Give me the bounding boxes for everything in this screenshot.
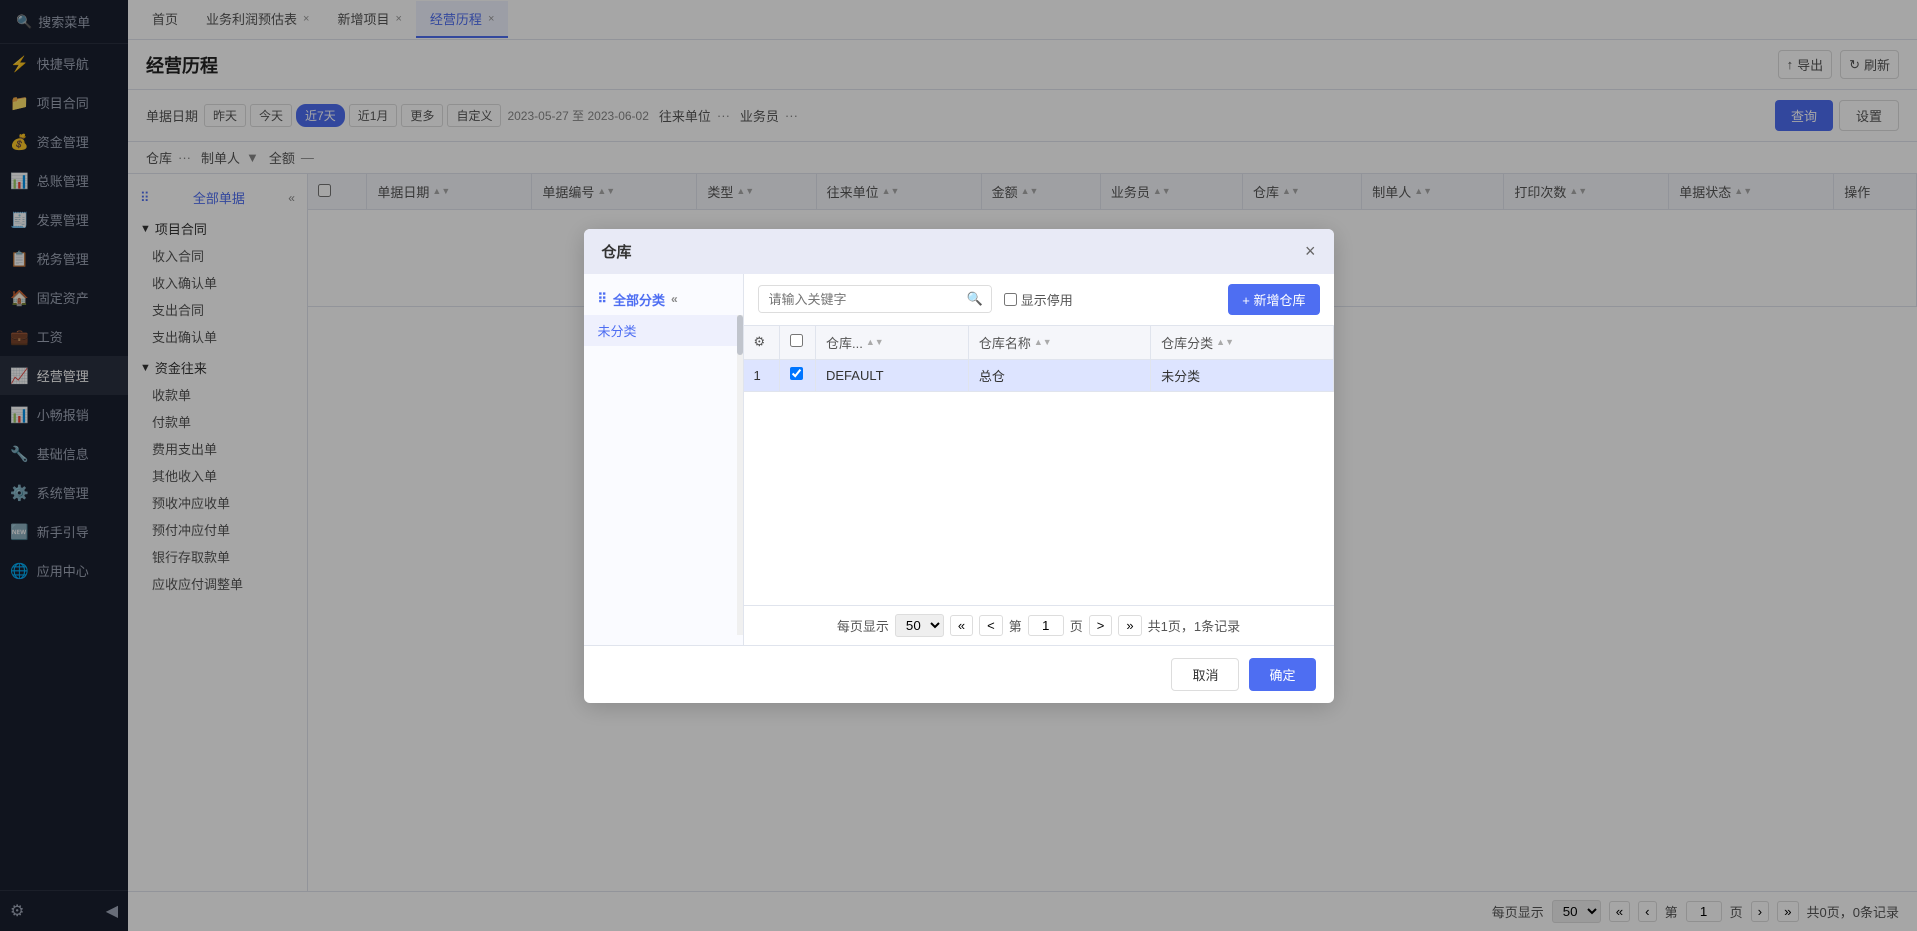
modal-sort-name-icon[interactable]: ▲▼ — [1034, 338, 1052, 347]
modal-close-button[interactable]: × — [1305, 241, 1316, 262]
modal-all-label: 全部分类 — [613, 290, 665, 309]
modal-overlay[interactable]: 仓库 × ⠿ 全部分类 « 未分类 — [0, 0, 1917, 931]
show-disabled-checkbox[interactable] — [1004, 293, 1017, 306]
modal-per-page-select[interactable]: 50 — [895, 614, 944, 637]
modal-collapse-icon[interactable]: « — [671, 292, 678, 306]
modal-page-label: 页 — [1070, 616, 1083, 635]
row-code: DEFAULT — [816, 359, 969, 391]
modal-sort-category-icon[interactable]: ▲▼ — [1216, 338, 1234, 347]
modal-table-container: ⚙ 仓库... ▲▼ 仓库名称 — [744, 326, 1334, 605]
modal-prev-btn[interactable]: < — [979, 615, 1003, 636]
modal-per-page-label: 每页显示 — [837, 616, 889, 635]
modal-grid-icon: ⠿ — [598, 291, 608, 307]
modal-pagination: 每页显示 50 « < 第 页 > » 共1页，1条记录 — [744, 605, 1334, 645]
add-warehouse-button[interactable]: + 新增仓库 — [1228, 284, 1319, 315]
modal-th-name: 仓库名称 ▲▼ — [968, 326, 1150, 360]
modal-select-all[interactable] — [790, 334, 803, 347]
modal-title: 仓库 — [602, 241, 632, 262]
modal-footer: 取消 确定 — [584, 645, 1334, 703]
modal-search-input[interactable] — [759, 287, 959, 312]
modal-search-box: 🔍 — [758, 285, 992, 313]
row-checkbox[interactable] — [790, 367, 803, 380]
modal-left-header[interactable]: ⠿ 全部分类 « — [584, 284, 743, 315]
show-disabled-container: 显示停用 — [1004, 290, 1073, 309]
modal-body: ⠿ 全部分类 « 未分类 — [584, 274, 1334, 645]
modal-first-btn[interactable]: « — [950, 615, 973, 636]
modal-left-panel: ⠿ 全部分类 « 未分类 — [584, 274, 744, 645]
table-row[interactable]: 1 DEFAULT 总仓 未分类 — [744, 359, 1334, 391]
modal-right-panel: 🔍 显示停用 + 新增仓库 ⚙ — [744, 274, 1334, 645]
modal-sort-code-icon[interactable]: ▲▼ — [866, 338, 884, 347]
modal-next-btn[interactable]: > — [1089, 615, 1113, 636]
modal-search-icon[interactable]: 🔍 — [959, 286, 991, 312]
modal-th-checkbox[interactable] — [780, 326, 816, 360]
cancel-button[interactable]: 取消 — [1171, 658, 1239, 691]
modal-left-unclassified[interactable]: 未分类 — [584, 315, 743, 346]
confirm-button[interactable]: 确定 — [1249, 658, 1315, 691]
modal-toolbar: 🔍 显示停用 + 新增仓库 — [744, 274, 1334, 326]
modal-th-code: 仓库... ▲▼ — [816, 326, 969, 360]
modal-table: ⚙ 仓库... ▲▼ 仓库名称 — [744, 326, 1334, 392]
modal-th-category: 仓库分类 ▲▼ — [1151, 326, 1333, 360]
row-name: 总仓 — [968, 359, 1150, 391]
row-checkbox-cell[interactable] — [780, 359, 816, 391]
modal-last-btn[interactable]: » — [1118, 615, 1141, 636]
show-disabled-label: 显示停用 — [1021, 290, 1073, 309]
modal-unclassified-label: 未分类 — [598, 321, 637, 340]
modal-table-header: ⚙ 仓库... ▲▼ 仓库名称 — [744, 326, 1334, 360]
modal-table-body: 1 DEFAULT 总仓 未分类 — [744, 359, 1334, 391]
row-index: 1 — [744, 359, 780, 391]
modal-page-input[interactable] — [1028, 615, 1064, 636]
modal-header: 仓库 × — [584, 229, 1334, 274]
row-category: 未分类 — [1151, 359, 1333, 391]
modal-th-gear[interactable]: ⚙ — [744, 326, 780, 360]
warehouse-modal: 仓库 × ⠿ 全部分类 « 未分类 — [584, 229, 1334, 703]
modal-total-label: 共1页，1条记录 — [1148, 616, 1240, 635]
modal-page-pre: 第 — [1009, 616, 1022, 635]
